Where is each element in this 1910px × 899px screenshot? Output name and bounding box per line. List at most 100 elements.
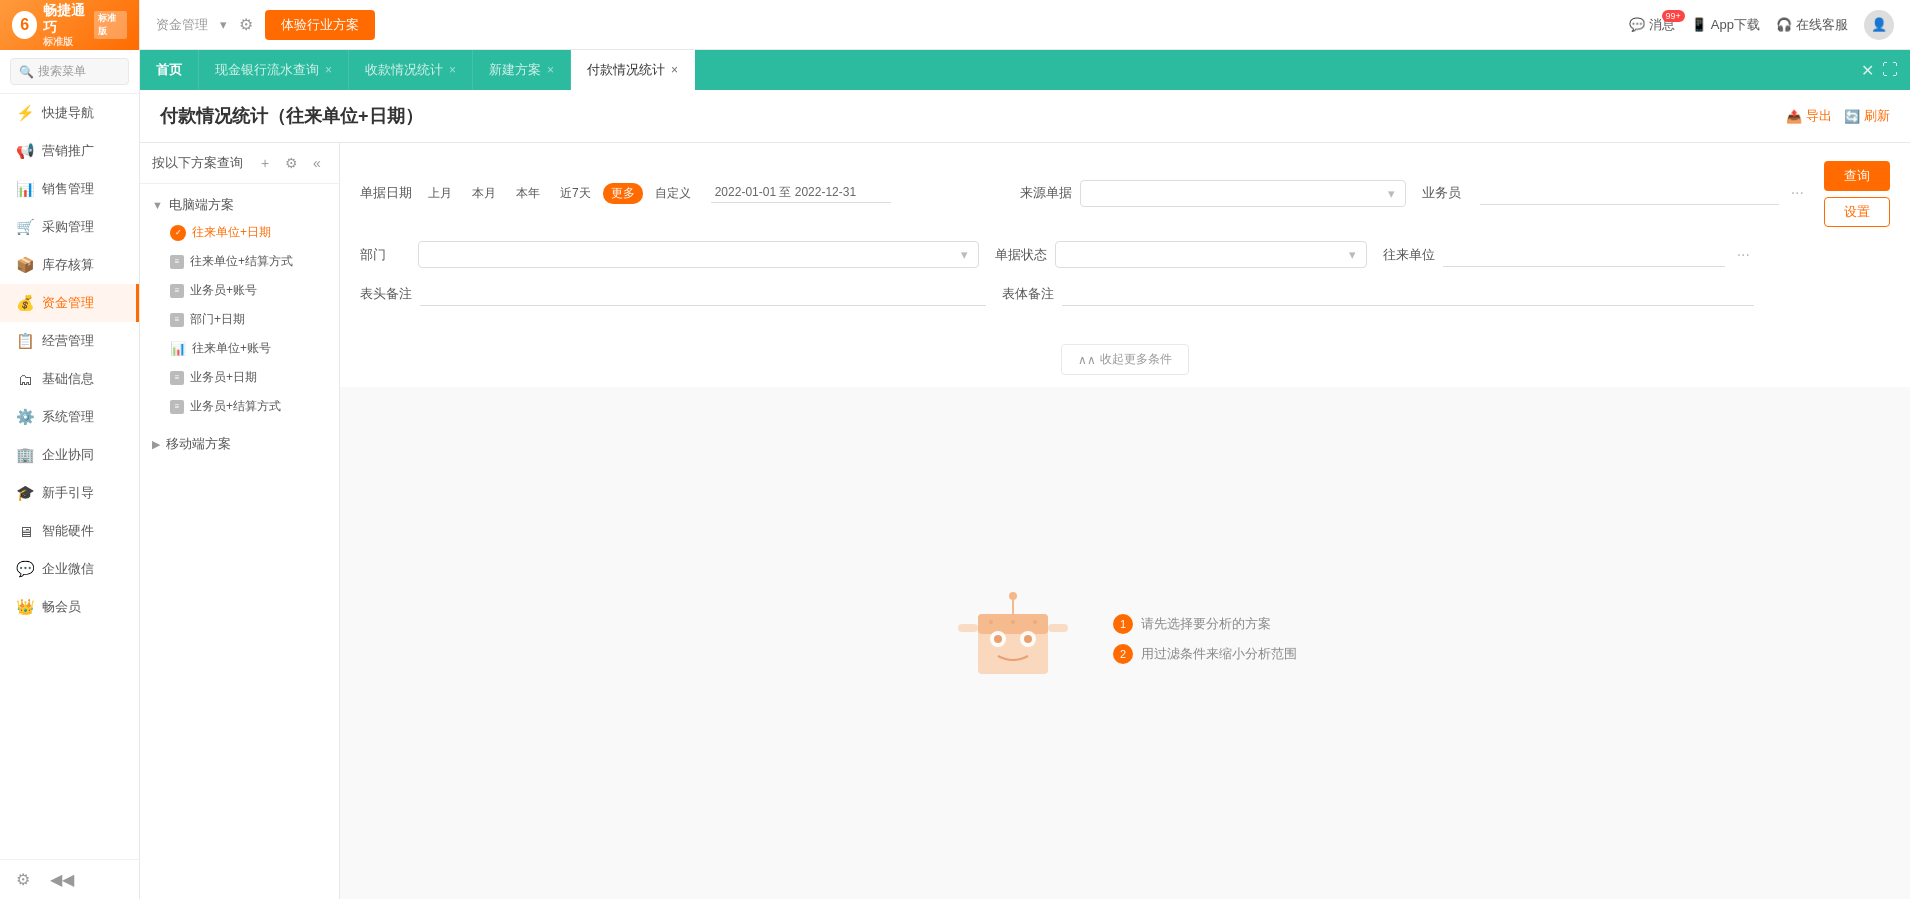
tab-receipt-stats-close[interactable]: × [449, 63, 456, 77]
header-note-input[interactable] [420, 282, 986, 306]
date-opt-last-month[interactable]: 上月 [420, 182, 460, 205]
user-avatar[interactable]: 👤 [1864, 10, 1894, 40]
sidebar-footer: ⚙ ◀◀ [0, 859, 139, 899]
sidebar-item-operations[interactable]: 📋 经营管理 [0, 322, 139, 360]
sidebar-item-wechat[interactable]: 💬 企业微信 [0, 550, 139, 588]
smart-hw-icon: 🖥 [16, 522, 34, 540]
body-note-field: 表体备注 [1002, 282, 1754, 306]
desktop-category-header[interactable]: ▼ 电脑端方案 [152, 192, 327, 218]
content-area: 按以下方案查询 + ⚙ « ▼ 电脑端方案 ✓ 往 [140, 143, 1910, 899]
guide-icon: 🎓 [16, 484, 34, 502]
date-opt-this-month[interactable]: 本月 [464, 182, 504, 205]
tab-payment-stats[interactable]: 付款情况统计 × [571, 50, 695, 90]
date-opt-more[interactable]: 更多 [603, 183, 643, 204]
tab-payment-stats-close[interactable]: × [671, 63, 678, 77]
sidebar-item-sales[interactable]: 📊 销售管理 [0, 170, 139, 208]
sidebar-item-vip[interactable]: 👑 畅会员 [0, 588, 139, 626]
scheme-item-unit-account[interactable]: 📊 往来单位+账号 [162, 334, 327, 363]
sidebar-item-system[interactable]: ⚙️ 系统管理 [0, 398, 139, 436]
step-2-text: 用过滤条件来缩小分析范围 [1141, 645, 1297, 663]
topbar-settings-icon[interactable]: ⚙ [239, 15, 253, 34]
trial-btn[interactable]: 体验行业方案 [265, 10, 375, 40]
tab-new-scheme-close[interactable]: × [547, 63, 554, 77]
query-btn[interactable]: 查询 [1824, 161, 1890, 191]
sidebar-item-quick-nav[interactable]: ⚡ 快捷导航 [0, 94, 139, 132]
salesman-input[interactable] [1480, 181, 1779, 205]
tab-new-scheme[interactable]: 新建方案 × [473, 50, 571, 90]
scheme-item-unit-settlement[interactable]: ≡ 往来单位+结算方式 [162, 247, 327, 276]
collapse-area: ∧∧ 收起更多条件 [340, 336, 1910, 387]
scheme-item-icon-6: ≡ [170, 400, 184, 414]
scheme-item-dept-date[interactable]: ≡ 部门+日期 [162, 305, 327, 334]
desktop-category: ▼ 电脑端方案 ✓ 往来单位+日期 ≡ 往来单位+结算方式 ≡ [140, 184, 339, 425]
sidebar-item-enterprise[interactable]: 🏢 企业协同 [0, 436, 139, 474]
scheme-active-icon: ✓ [170, 225, 186, 241]
scheme-item-salesman-account[interactable]: ≡ 业务员+账号 [162, 276, 327, 305]
date-label: 单据日期 [360, 184, 412, 202]
date-opt-this-year[interactable]: 本年 [508, 182, 548, 205]
date-range-input[interactable] [711, 184, 891, 203]
salesman-dots-btn[interactable]: ··· [1787, 184, 1808, 202]
scheme-item-icon-2: ≡ [170, 284, 184, 298]
refresh-btn[interactable]: 🔄 刷新 [1844, 107, 1890, 125]
fullscreen-icon[interactable]: ⛶ [1882, 61, 1898, 79]
notification-item[interactable]: 💬 消息 99+ [1629, 16, 1675, 34]
sidebar-item-label: 基础信息 [42, 370, 94, 388]
scheme-settings-btn[interactable]: ⚙ [281, 153, 301, 173]
main-content: 资金管理 ▾ ⚙ 体验行业方案 💬 消息 99+ 📱 App下载 🎧 在线客服 … [140, 0, 1910, 899]
sidebar-item-label: 智能硬件 [42, 522, 94, 540]
sidebar-item-label: 新手引导 [42, 484, 94, 502]
sidebar-item-marketing[interactable]: 📢 营销推广 [0, 132, 139, 170]
counterparty-input[interactable] [1443, 243, 1725, 267]
sidebar-item-smart-hw[interactable]: 🖥 智能硬件 [0, 512, 139, 550]
collapse-sidebar-icon[interactable]: ◀◀ [50, 870, 74, 889]
refresh-label: 刷新 [1864, 107, 1890, 125]
mobile-category-label: 移动端方案 [166, 435, 231, 453]
scheme-item-salesman-date[interactable]: ≡ 业务员+日期 [162, 363, 327, 392]
tab-receipt-stats[interactable]: 收款情况统计 × [349, 50, 473, 90]
source-dropdown-icon: ▾ [1388, 186, 1395, 201]
source-select[interactable]: ▾ [1080, 180, 1406, 207]
add-scheme-btn[interactable]: + [255, 153, 275, 173]
date-opt-custom[interactable]: 自定义 [647, 182, 699, 205]
online-service-item[interactable]: 🎧 在线客服 [1776, 16, 1848, 34]
tab-bank-flow[interactable]: 现金银行流水查询 × [199, 50, 349, 90]
close-all-tabs-icon[interactable]: ✕ [1861, 61, 1874, 80]
settings-footer-icon[interactable]: ⚙ [16, 870, 30, 889]
search-icon: 🔍 [19, 65, 34, 79]
empty-area: 1 请先选择要分析的方案 2 用过滤条件来缩小分析范围 [340, 387, 1910, 899]
filter-settings-btn[interactable]: 设置 [1824, 197, 1890, 227]
app-download-item[interactable]: 📱 App下载 [1691, 16, 1760, 34]
collapse-more-btn[interactable]: ∧∧ 收起更多条件 [1061, 344, 1189, 375]
sidebar-item-basic-info[interactable]: 🗂 基础信息 [0, 360, 139, 398]
collapse-up-icon: ∧∧ [1078, 353, 1096, 367]
tab-home[interactable]: 首页 [140, 50, 199, 90]
mobile-category-header[interactable]: ▶ 移动端方案 [152, 429, 327, 459]
logo-text: 畅捷通巧 标准版 [43, 2, 94, 48]
sidebar-item-purchase[interactable]: 🛒 采购管理 [0, 208, 139, 246]
sidebar-item-guide[interactable]: 🎓 新手引导 [0, 474, 139, 512]
sidebar-menu: ⚡ 快捷导航 📢 营销推广 📊 销售管理 🛒 采购管理 📦 库存核算 💰 资金管… [0, 94, 139, 859]
svg-point-5 [1024, 635, 1032, 643]
body-note-input[interactable] [1062, 282, 1754, 306]
step-1-num: 1 [1113, 614, 1133, 634]
filter-row-3: 表头备注 表体备注 [360, 282, 1890, 306]
breadcrumb-dropdown-icon[interactable]: ▾ [220, 17, 227, 32]
svg-point-7 [1009, 592, 1017, 600]
scheme-items-list: ✓ 往来单位+日期 ≡ 往来单位+结算方式 ≡ 业务员+账号 ≡ [152, 218, 327, 421]
sidebar-item-label: 销售管理 [42, 180, 94, 198]
sidebar-item-finance[interactable]: 💰 资金管理 [0, 284, 139, 322]
date-opt-7days[interactable]: 近7天 [552, 182, 599, 205]
wechat-icon: 💬 [16, 560, 34, 578]
collapse-scheme-btn[interactable]: « [307, 153, 327, 173]
tab-bank-flow-close[interactable]: × [325, 63, 332, 77]
body-note-label: 表体备注 [1002, 285, 1054, 303]
search-menu-button[interactable]: 🔍 搜索菜单 [10, 58, 129, 85]
scheme-item-salesman-settlement[interactable]: ≡ 业务员+结算方式 [162, 392, 327, 421]
dept-select[interactable]: ▾ [418, 241, 979, 268]
sidebar-item-inventory[interactable]: 📦 库存核算 [0, 246, 139, 284]
export-btn[interactable]: 📤 导出 [1786, 107, 1832, 125]
doc-status-select[interactable]: ▾ [1055, 241, 1366, 268]
scheme-item-unit-date[interactable]: ✓ 往来单位+日期 [162, 218, 327, 247]
counterparty-dots-btn[interactable]: ··· [1733, 246, 1754, 264]
